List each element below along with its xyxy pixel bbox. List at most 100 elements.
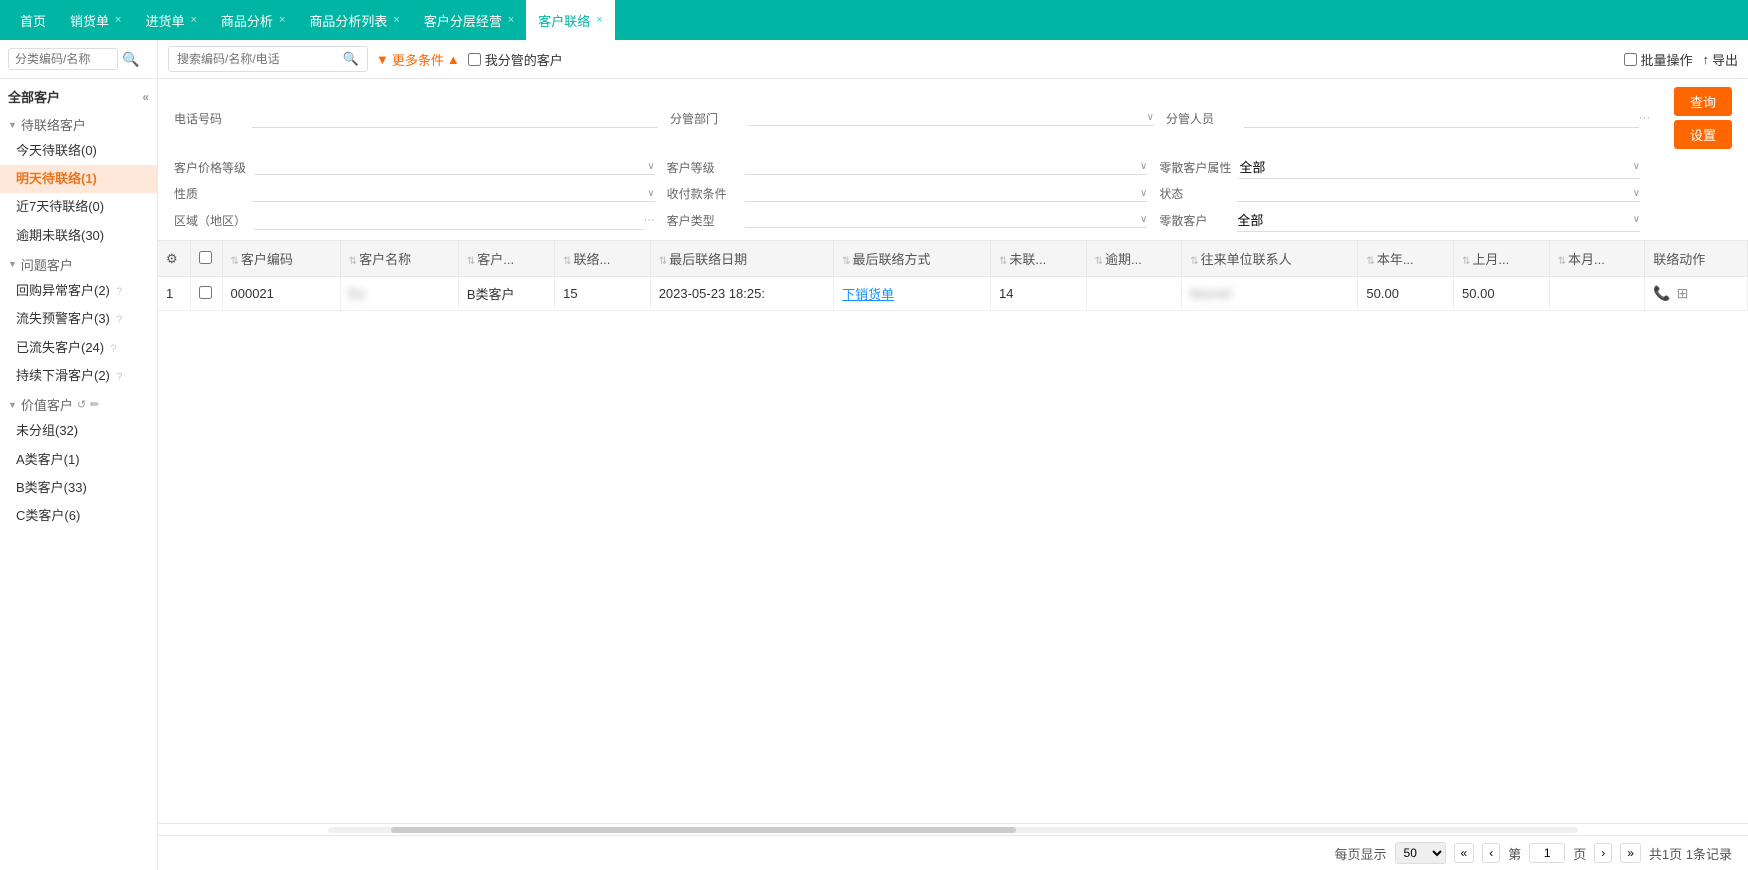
my-customer-checkbox[interactable]: 我分管的客户: [468, 50, 563, 69]
last-page-button[interactable]: »: [1620, 843, 1641, 863]
row-checkbox[interactable]: [190, 277, 222, 311]
sidebar-item-today-contact[interactable]: 今天待联络(0): [0, 137, 157, 165]
col-last-month[interactable]: ⇅上月...: [1454, 241, 1550, 277]
col-last-contact-method[interactable]: ⇅最后联络方式: [834, 241, 991, 277]
sidebar-search-icon[interactable]: 🔍: [122, 51, 139, 68]
qr-icon[interactable]: ⊞: [1677, 285, 1689, 302]
col-last-contact-date[interactable]: ⇅最后联络日期: [650, 241, 833, 277]
bulk-op-button[interactable]: 批量操作: [1624, 50, 1692, 69]
main-layout: 🔍 全部客户 « 待联络客户 今天待联络(0) 明天待联络(1) 近7天待联络(…: [0, 40, 1748, 870]
select-all-checkbox[interactable]: [199, 251, 212, 264]
col-code[interactable]: ⇅客户编码: [222, 241, 340, 277]
nav-customer-tier[interactable]: 客户分层经营 ×: [412, 0, 526, 40]
sidebar-item-declining[interactable]: 持续下滑客户(2) ?: [0, 362, 157, 390]
table-container: ⚙ ⇅客户编码 ⇅客户名称 ⇅客户... ⇅联络... ⇅最后联络日期 ⇅最后联…: [158, 241, 1748, 823]
sidebar-item-ungrouped[interactable]: 未分组(32): [0, 417, 157, 445]
col-contact-count[interactable]: ⇅联络...: [555, 241, 651, 277]
region-input[interactable]: [254, 211, 644, 230]
sidebar-item-b-class[interactable]: B类客户(33): [0, 474, 157, 502]
group-value-customers[interactable]: 价值客户 ↺ ✏: [0, 390, 157, 417]
phone-input[interactable]: [252, 109, 658, 128]
sidebar-search-area: 🔍: [0, 40, 157, 79]
close-icon[interactable]: ×: [508, 14, 514, 26]
sidebar-item-churned[interactable]: 已流失客户(24) ?: [0, 334, 157, 362]
sidebar-item-churn-warning[interactable]: 流失预警客户(3) ?: [0, 305, 157, 333]
retail-customer-select[interactable]: 全部 ∨: [1237, 208, 1640, 232]
close-icon[interactable]: ×: [279, 14, 285, 26]
prev-page-button[interactable]: ‹: [1482, 843, 1500, 863]
sort-icon: ⇅: [1558, 256, 1566, 267]
col-name[interactable]: ⇅客户名称: [340, 241, 458, 277]
group-problem-customers[interactable]: 问题客户: [0, 250, 157, 277]
retail-attr-select[interactable]: 全部 ∨: [1239, 155, 1640, 179]
manager-input[interactable]: [1244, 109, 1639, 128]
first-page-button[interactable]: «: [1454, 843, 1475, 863]
sidebar-item-c-class[interactable]: C类客户(6): [0, 502, 157, 530]
group-pending-contact[interactable]: 待联络客户: [0, 110, 157, 137]
col-settings[interactable]: ⚙: [158, 241, 190, 277]
customer-rank-select[interactable]: ∨: [745, 159, 1148, 175]
col-this-year[interactable]: ⇅本年...: [1358, 241, 1454, 277]
contact-method-link[interactable]: 下销货单: [842, 287, 894, 302]
nav-product-analysis[interactable]: 商品分析 ×: [209, 0, 297, 40]
chevron-down-icon: ∨: [1633, 188, 1640, 199]
row-last-contact-method[interactable]: 下销货单: [834, 277, 991, 311]
filter-retail-attr: 零散客户属性 全部 ∨: [1159, 155, 1640, 179]
row-name[interactable]: Ea: [340, 277, 458, 311]
settings-button[interactable]: 设置: [1674, 120, 1732, 149]
col-this-month[interactable]: ⇅本月...: [1549, 241, 1645, 277]
chevron-down-icon: ∨: [1140, 214, 1147, 225]
search-icon[interactable]: 🔍: [343, 51, 359, 67]
help-icon: ?: [110, 343, 116, 355]
close-icon[interactable]: ×: [115, 14, 121, 26]
sidebar-item-week-contact[interactable]: 近7天待联络(0): [0, 193, 157, 221]
filter-row-1: 电话号码 分管部门 ∨ 分管人员 ··· 查询 设置: [174, 87, 1732, 149]
query-button[interactable]: 查询: [1674, 87, 1732, 116]
customer-type-select[interactable]: ∨: [745, 212, 1148, 228]
sidebar-item-repurchase-abnormal[interactable]: 回购异常客户(2) ?: [0, 277, 157, 305]
bulk-checkbox[interactable]: [1624, 53, 1637, 66]
dept-select[interactable]: ∨: [748, 110, 1154, 126]
search-input[interactable]: [177, 52, 343, 66]
nav-sales-order[interactable]: 销货单 ×: [58, 0, 133, 40]
col-unlinked[interactable]: ⇅未联...: [991, 241, 1087, 277]
page-number-input[interactable]: [1529, 843, 1565, 863]
sidebar-item-overdue-contact[interactable]: 逾期未联络(30): [0, 222, 157, 250]
more-filter-button[interactable]: ▼ 更多条件 ▲: [376, 50, 460, 69]
page-size-select[interactable]: 50 10 20 100: [1395, 842, 1446, 864]
scrollbar-thumb[interactable]: [391, 827, 1016, 833]
sidebar-search-input[interactable]: [8, 48, 118, 70]
col-contact-person[interactable]: ⇅往来单位联系人: [1182, 241, 1358, 277]
value-group-edit-icon[interactable]: ✏: [90, 398, 99, 411]
call-icon[interactable]: 📞: [1653, 285, 1670, 302]
row-select-checkbox[interactable]: [199, 286, 212, 299]
col-customer-type[interactable]: ⇅客户...: [458, 241, 554, 277]
close-icon[interactable]: ×: [596, 14, 602, 26]
col-checkbox[interactable]: [190, 241, 222, 277]
close-icon[interactable]: ×: [190, 14, 196, 26]
col-overdue[interactable]: ⇅逾期...: [1086, 241, 1182, 277]
horizontal-scrollbar[interactable]: [158, 823, 1748, 835]
filter-customer-type: 客户类型 ∨: [667, 212, 1148, 229]
value-rank-select[interactable]: ∨: [254, 159, 655, 175]
more-icon[interactable]: ···: [644, 214, 655, 226]
nav-customer-contact[interactable]: 客户联络 ×: [526, 0, 614, 40]
close-icon[interactable]: ×: [393, 14, 399, 26]
status-select[interactable]: ∨: [1237, 186, 1640, 202]
my-customer-check[interactable]: [468, 53, 481, 66]
sidebar-item-tomorrow-contact[interactable]: 明天待联络(1): [0, 165, 157, 193]
value-group-refresh-icon[interactable]: ↺: [77, 398, 86, 411]
gender-select[interactable]: ∨: [252, 186, 655, 202]
all-customers-header[interactable]: 全部客户 «: [0, 79, 157, 110]
next-page-button[interactable]: ›: [1594, 843, 1612, 863]
sidebar-item-a-class[interactable]: A类客户(1): [0, 446, 157, 474]
sort-icon: ⇅: [1366, 256, 1374, 267]
more-icon[interactable]: ···: [1639, 112, 1650, 124]
nav-product-analysis-list[interactable]: 商品分析列表 ×: [297, 0, 411, 40]
export-button[interactable]: ↑ 导出: [1702, 50, 1738, 69]
nav-purchase-order[interactable]: 进货单 ×: [133, 0, 208, 40]
collapse-icon[interactable]: «: [142, 90, 149, 104]
nav-home[interactable]: 首页: [8, 0, 58, 40]
payment-select[interactable]: ∨: [745, 186, 1148, 202]
filter-phone: 电话号码: [174, 109, 658, 128]
